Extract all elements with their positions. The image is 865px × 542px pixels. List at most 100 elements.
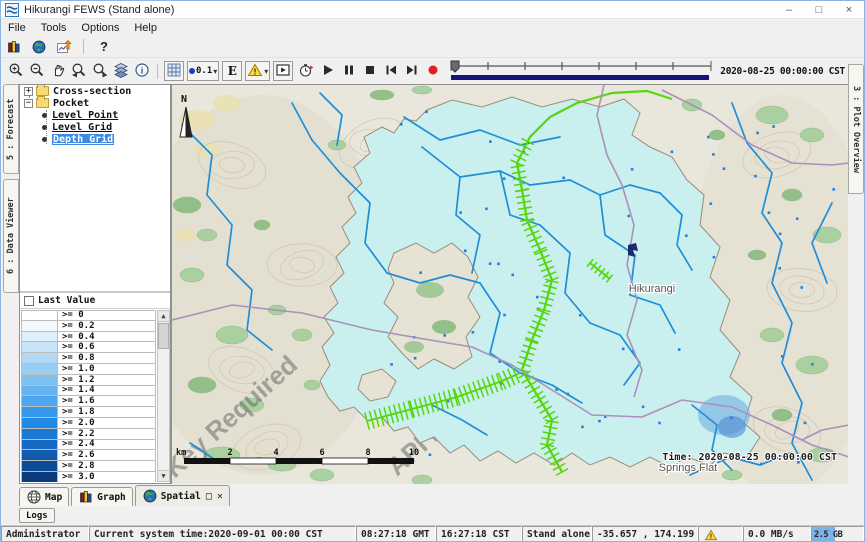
scroll-up-icon[interactable]: ▲ (158, 311, 169, 322)
tree-item-level-grid[interactable]: Level Grid (20, 121, 170, 133)
last-value-checkbox[interactable] (24, 296, 34, 306)
threshold-value: 0.1 (196, 66, 212, 76)
close-button[interactable]: × (834, 1, 864, 18)
place-label-hikurangi: Hikurangi (629, 283, 675, 295)
zoom-previous-button[interactable] (68, 61, 89, 81)
record-icon (425, 62, 441, 81)
legend-row: >= 3.0 (21, 472, 156, 482)
scroll-thumb[interactable] (158, 323, 169, 349)
bar-chart-icon (78, 489, 94, 505)
expand-icon[interactable]: + (24, 87, 33, 96)
collapse-icon[interactable]: − (24, 99, 33, 108)
legend-header: Last Value (20, 293, 170, 309)
logs-button[interactable]: Logs (19, 508, 55, 523)
layers-button[interactable] (110, 61, 131, 81)
pan-button[interactable] (47, 61, 68, 81)
timer-button[interactable] (295, 61, 316, 81)
toolbar-separator-2 (157, 64, 158, 79)
legend-label: >= 2.2 (58, 429, 155, 439)
legend-swatch (22, 332, 58, 342)
tab-maximize-icon[interactable]: □ (206, 491, 212, 502)
legend-label: >= 2.0 (58, 418, 155, 428)
chart-export-icon[interactable] (55, 38, 73, 56)
record-button[interactable] (422, 61, 443, 81)
tab-graph[interactable]: Graph (71, 487, 133, 506)
legend-row: >= 2.4 (21, 440, 156, 451)
tab-label: Spatial (161, 491, 201, 502)
menu-help[interactable]: Help (134, 22, 157, 34)
tab-close-icon[interactable]: ✕ (217, 491, 223, 502)
play-button[interactable] (317, 61, 338, 81)
bottom-tab-bar: MapGraph Spatial □ ✕ (1, 484, 864, 506)
threshold-dropdown[interactable]: 0.1 (187, 61, 219, 81)
side-tab-data-viewer[interactable]: 6 : Data Viewer (3, 179, 19, 293)
legend-row: >= 2.2 (21, 429, 156, 440)
tree-item-label: Depth Grid (52, 134, 114, 145)
memory-segment: 2.5 GB (811, 526, 864, 542)
maximize-button[interactable]: □ (804, 1, 834, 18)
local-time-segment: 16:27:18 CST (436, 526, 522, 542)
legend-swatch (22, 364, 58, 374)
legend-swatch (22, 461, 58, 471)
menu-tools[interactable]: Tools (41, 22, 67, 34)
minimize-button[interactable]: – (774, 1, 804, 18)
zoom-next-icon (92, 62, 108, 81)
legend-swatch (22, 450, 58, 460)
zoom-next-button[interactable] (89, 61, 110, 81)
legend-scrollbar[interactable]: ▲ ▼ (157, 310, 170, 482)
legend-label: >= 3.0 (58, 472, 155, 482)
data-viewer-panel: + Cross-section−PocketLevel PointLevel Gr… (19, 84, 171, 484)
movie-icon (275, 62, 291, 81)
globe-grid-icon (26, 489, 42, 505)
zoom-previous-icon (71, 62, 87, 81)
stop-button[interactable] (359, 61, 380, 81)
map-canvas[interactable]: API Key Required API Key Required Hikura… (172, 85, 848, 484)
tree-item-depth-grid[interactable]: Depth Grid (20, 133, 170, 145)
info-button[interactable]: i (131, 61, 152, 81)
side-tab-plot-overview[interactable]: 3 : Plot Overview (848, 64, 864, 194)
legend-button[interactable]: E (222, 61, 242, 81)
globe-icon[interactable] (30, 38, 48, 56)
legend-label: >= 1.0 (58, 364, 155, 374)
side-tab-forecast[interactable]: 5 : Forecast (3, 84, 19, 174)
tab-spatial[interactable]: Spatial □ ✕ (135, 485, 230, 506)
legend-rows: >= 0>= 0.2>= 0.4>= 0.6>= 0.8>= 1.0>= 1.2… (21, 310, 156, 482)
window-title: Hikurangi FEWS (Stand alone) (24, 4, 174, 16)
animation-button[interactable] (273, 61, 293, 81)
pause-button[interactable] (338, 61, 359, 81)
database-icon[interactable] (5, 38, 23, 56)
tree-item-pocket[interactable]: −Pocket (20, 97, 170, 109)
step-last-button[interactable] (401, 61, 422, 81)
legend-label: >= 0 (58, 311, 155, 320)
tree-item-label: Cross-section (53, 86, 131, 97)
tab-map[interactable]: Map (19, 487, 69, 506)
map-nav-group: i (5, 61, 152, 81)
grid-icon (166, 62, 182, 81)
zoom-in-button[interactable] (5, 61, 26, 81)
legend-label: >= 2.8 (58, 461, 155, 471)
legend-row: >= 2.6 (21, 450, 156, 461)
tree-item-label: Level Point (52, 110, 118, 121)
gmt-time-segment: 08:27:18 GMT (356, 526, 436, 542)
tree-item-level-point[interactable]: Level Point (20, 109, 170, 121)
step-first-button[interactable] (380, 61, 401, 81)
zoom-out-button[interactable] (26, 61, 47, 81)
help-button[interactable]: ? (94, 39, 114, 54)
transport-controls (317, 61, 443, 81)
warning-dropdown[interactable]: ! (245, 61, 270, 81)
menu-options[interactable]: Options (81, 22, 119, 34)
legend-row: >= 1.0 (21, 364, 156, 375)
step-last-icon (404, 62, 420, 81)
legend-swatch (22, 311, 58, 320)
logs-row: Logs (1, 506, 864, 526)
legend-row: >= 0.4 (21, 332, 156, 343)
legend-swatch (22, 418, 58, 428)
legend-row: >= 1.6 (21, 396, 156, 407)
scale-unit: km (176, 448, 186, 458)
menu-file[interactable]: File (8, 22, 26, 34)
scroll-down-icon[interactable]: ▼ (158, 470, 169, 481)
time-slider[interactable] (447, 58, 715, 85)
grid-display-button[interactable] (164, 61, 184, 81)
legend-label: >= 1.4 (58, 386, 155, 396)
leaf-bullet-icon (42, 125, 47, 130)
